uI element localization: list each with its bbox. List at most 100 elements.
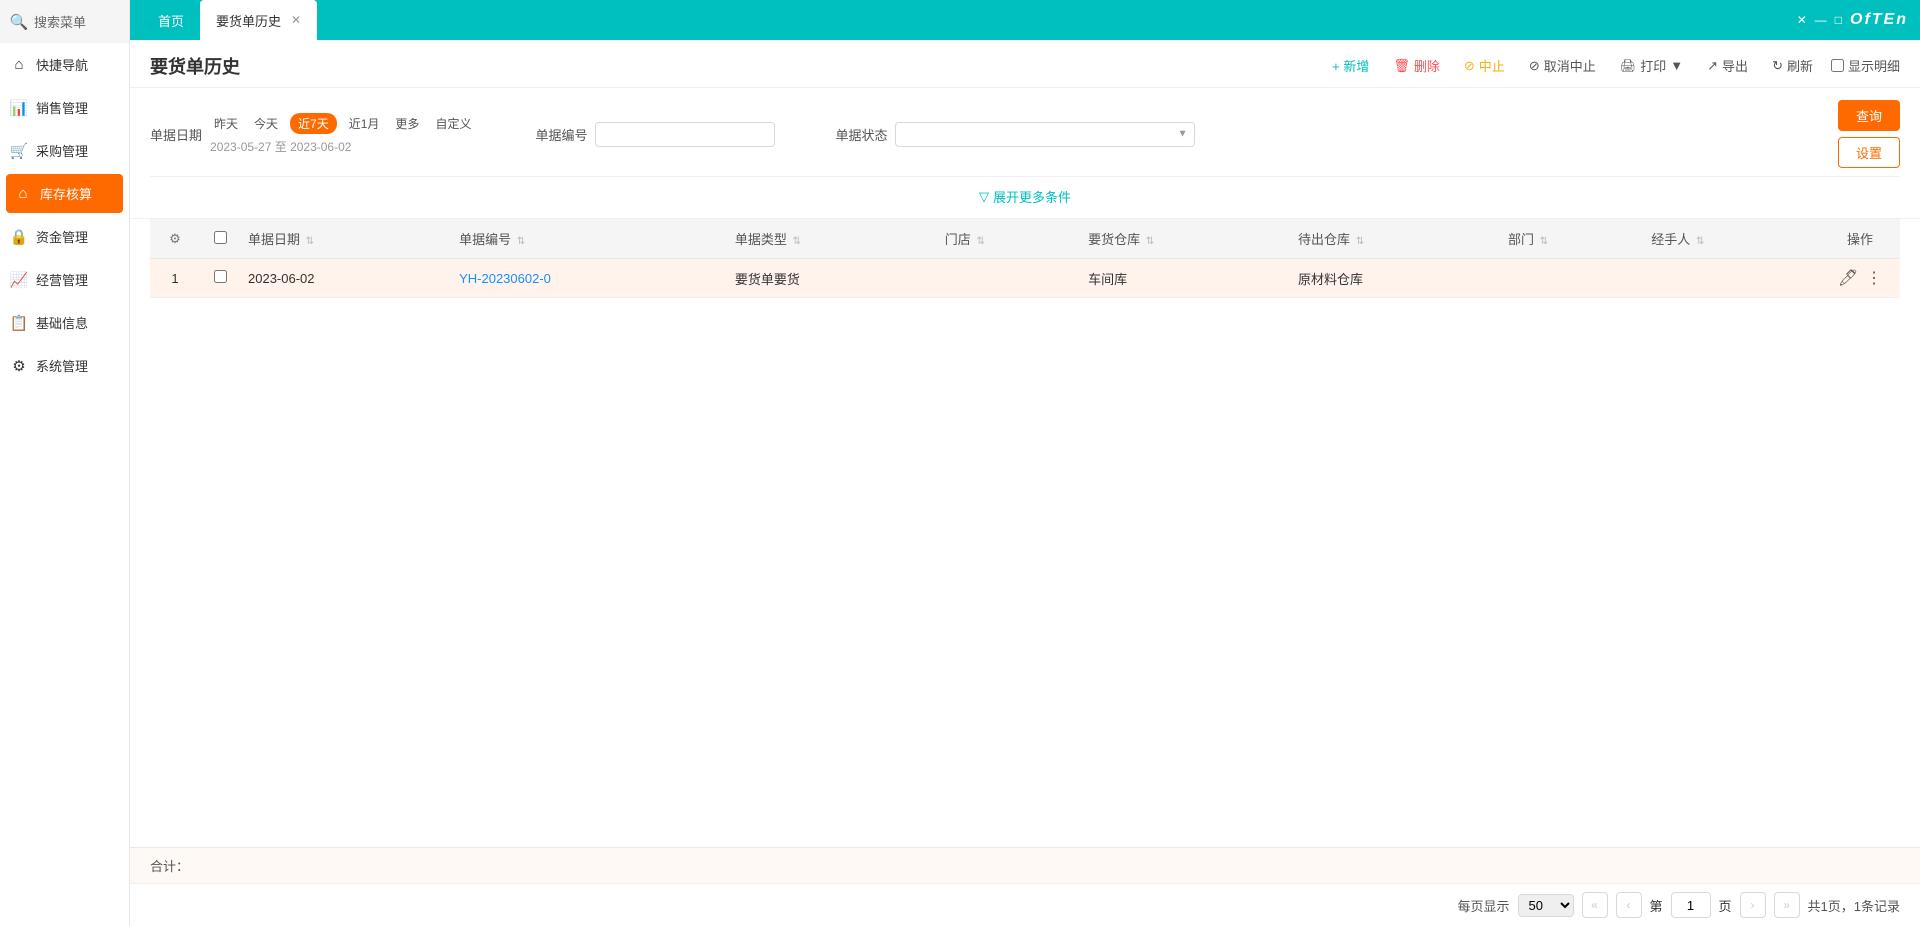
cell-date: 2023-06-02 bbox=[240, 259, 451, 298]
sidebar-search-label: 搜索菜单 bbox=[34, 12, 86, 31]
sidebar-item-sales[interactable]: 📊 销售管理 bbox=[0, 86, 129, 129]
prev-page-btn[interactable]: ‹ bbox=[1616, 892, 1642, 918]
export-button[interactable]: ↗ 导出 bbox=[1701, 52, 1754, 79]
sidebar-item-label: 资金管理 bbox=[36, 227, 88, 246]
col-header-req-warehouse[interactable]: 要货仓库 ⇅ bbox=[1080, 219, 1290, 259]
sort-icon: ⇅ bbox=[793, 236, 801, 247]
sidebar-item-quick-nav[interactable]: ⌂ 快捷导航 bbox=[0, 43, 129, 86]
inventory-icon: ⌂ bbox=[14, 185, 32, 203]
sidebar-item-operations[interactable]: 📈 经营管理 bbox=[0, 258, 129, 301]
col-pending-warehouse-label: 待出仓库 bbox=[1298, 232, 1350, 247]
system-icon: ⚙ bbox=[10, 357, 28, 375]
col-header-pending-warehouse[interactable]: 待出仓库 ⇅ bbox=[1290, 219, 1500, 259]
sales-icon: 📊 bbox=[10, 99, 28, 117]
window-minimize-btn[interactable]: — bbox=[1815, 13, 1827, 27]
delete-button[interactable]: 🗑 删除 bbox=[1387, 52, 1446, 79]
doc-no-link[interactable]: YH-20230602-0 bbox=[459, 271, 551, 286]
gear-icon[interactable]: ⚙ bbox=[169, 231, 181, 246]
sidebar-item-label: 系统管理 bbox=[36, 356, 88, 375]
tab-close-icon[interactable]: ✕ bbox=[291, 13, 301, 27]
sidebar-item-label: 库存核算 bbox=[40, 184, 92, 203]
select-all-checkbox[interactable] bbox=[214, 231, 227, 244]
sort-icon: ⇅ bbox=[306, 236, 314, 247]
cancel-stop-button[interactable]: ⊘ 取消中止 bbox=[1523, 52, 1602, 79]
page-input[interactable] bbox=[1671, 892, 1711, 918]
cell-doc-type: 要货单要货 bbox=[727, 259, 937, 298]
delete-label: 删除 bbox=[1414, 56, 1440, 75]
table-header-row: ⚙ 单据日期 ⇅ 单据编号 ⇅ bbox=[150, 219, 1900, 259]
filter-bar: 单据日期 昨天 今天 近7天 近1月 更多 自定义 2023-05-27 至 2… bbox=[130, 88, 1920, 219]
date-btn-custom[interactable]: 自定义 bbox=[431, 113, 475, 134]
col-header-date[interactable]: 单据日期 ⇅ bbox=[240, 219, 451, 259]
tab-requisition-history[interactable]: 要货单历史 ✕ bbox=[200, 0, 317, 40]
home-icon: ⌂ bbox=[10, 56, 28, 74]
cell-req-warehouse: 车间库 bbox=[1080, 259, 1290, 298]
filter-doc-no-input[interactable] bbox=[595, 122, 775, 147]
cell-store bbox=[937, 259, 1080, 298]
date-btn-today[interactable]: 今天 bbox=[250, 113, 282, 134]
print-icon: 🖨 bbox=[1620, 58, 1637, 74]
cell-check bbox=[200, 259, 240, 298]
tab-home-label: 首页 bbox=[158, 11, 184, 30]
show-detail-checkbox[interactable]: 显示明细 bbox=[1831, 56, 1900, 75]
col-handler-label: 经手人 bbox=[1651, 232, 1690, 247]
sort-icon: ⇅ bbox=[976, 236, 984, 247]
date-btn-more[interactable]: 更多 bbox=[391, 113, 423, 134]
sidebar-item-label: 销售管理 bbox=[36, 98, 88, 117]
refresh-icon: ↻ bbox=[1772, 58, 1783, 74]
col-header-department[interactable]: 部门 ⇅ bbox=[1500, 219, 1643, 259]
filter-date-btns: 昨天 今天 近7天 近1月 更多 自定义 bbox=[210, 113, 475, 134]
col-checkbox bbox=[200, 219, 240, 259]
page-header: 要货单历史 + 新增 🗑 删除 ⊘ 中止 ⊘ 取消中止 🖨 打印 bbox=[130, 40, 1920, 88]
last-page-btn[interactable]: » bbox=[1774, 892, 1800, 918]
sidebar: 🔍 搜索菜单 ⌂ 快捷导航 📊 销售管理 🛒 采购管理 ⌂ 库存核算 🔒 资金管… bbox=[0, 0, 130, 926]
window-maximize-btn[interactable]: □ bbox=[1835, 13, 1842, 27]
date-btn-yesterday[interactable]: 昨天 bbox=[210, 113, 242, 134]
col-header-ops: 操作 bbox=[1820, 219, 1900, 259]
page-size-select[interactable]: 50 100 200 bbox=[1518, 894, 1574, 917]
page-title: 要货单历史 bbox=[150, 53, 240, 79]
page-total-info: 共1页，1条记录 bbox=[1808, 896, 1900, 915]
sort-icon: ⇅ bbox=[1356, 236, 1364, 247]
sidebar-item-basic-info[interactable]: 📋 基础信息 bbox=[0, 301, 129, 344]
sidebar-item-system[interactable]: ⚙ 系统管理 bbox=[0, 344, 129, 387]
row-more-icon[interactable]: ⋮ bbox=[1866, 270, 1882, 287]
next-page-btn[interactable]: › bbox=[1740, 892, 1766, 918]
table-wrapper: ⚙ 单据日期 ⇅ 单据编号 ⇅ bbox=[130, 219, 1920, 847]
col-gear: ⚙ bbox=[150, 219, 200, 259]
window-close-btn[interactable]: ✕ bbox=[1797, 13, 1807, 27]
sort-icon: ⇅ bbox=[1696, 236, 1704, 247]
stop-button[interactable]: ⊘ 中止 bbox=[1458, 52, 1511, 79]
sidebar-item-finance[interactable]: 🔒 资金管理 bbox=[0, 215, 129, 258]
row-checkbox[interactable] bbox=[214, 270, 227, 283]
col-header-doc-no[interactable]: 单据编号 ⇅ bbox=[451, 219, 727, 259]
tab-home[interactable]: 首页 bbox=[142, 0, 200, 40]
sidebar-search[interactable]: 🔍 搜索菜单 bbox=[0, 0, 129, 43]
cell-handler bbox=[1643, 259, 1820, 298]
col-header-handler[interactable]: 经手人 ⇅ bbox=[1643, 219, 1820, 259]
purchase-icon: 🛒 bbox=[10, 142, 28, 160]
new-button[interactable]: + 新增 bbox=[1326, 52, 1375, 79]
query-button[interactable]: 查询 bbox=[1838, 100, 1900, 131]
row-edit-icon[interactable]: 🖊 bbox=[1838, 270, 1858, 287]
expand-filter-button[interactable]: ▽ 展开更多条件 bbox=[967, 183, 1083, 210]
col-header-doc-type[interactable]: 单据类型 ⇅ bbox=[727, 219, 937, 259]
filter-date-group: 昨天 今天 近7天 近1月 更多 自定义 2023-05-27 至 2023-0… bbox=[210, 113, 475, 155]
sort-icon: ⇅ bbox=[1540, 236, 1548, 247]
date-btn-1month[interactable]: 近1月 bbox=[345, 113, 384, 134]
col-doc-no-label: 单据编号 bbox=[459, 232, 511, 247]
show-detail-input[interactable] bbox=[1831, 59, 1844, 72]
search-icon: 🔍 bbox=[10, 13, 28, 31]
refresh-button[interactable]: ↻ 刷新 bbox=[1766, 52, 1819, 79]
cell-department bbox=[1500, 259, 1643, 298]
filter-status-select[interactable] bbox=[895, 122, 1195, 147]
print-button[interactable]: 🖨 打印 ▼ bbox=[1614, 52, 1689, 79]
sidebar-item-purchase[interactable]: 🛒 采购管理 bbox=[0, 129, 129, 172]
sort-icon: ⇅ bbox=[1146, 236, 1154, 247]
date-btn-7days[interactable]: 近7天 bbox=[290, 113, 337, 134]
first-page-btn[interactable]: « bbox=[1582, 892, 1608, 918]
settings-button[interactable]: 设置 bbox=[1838, 137, 1900, 168]
sidebar-item-inventory[interactable]: ⌂ 库存核算 bbox=[6, 174, 123, 213]
table-row[interactable]: 1 2023-06-02 YH-20230602-0 要货单要货 车间库 原材料… bbox=[150, 259, 1900, 298]
col-header-store[interactable]: 门店 ⇅ bbox=[937, 219, 1080, 259]
